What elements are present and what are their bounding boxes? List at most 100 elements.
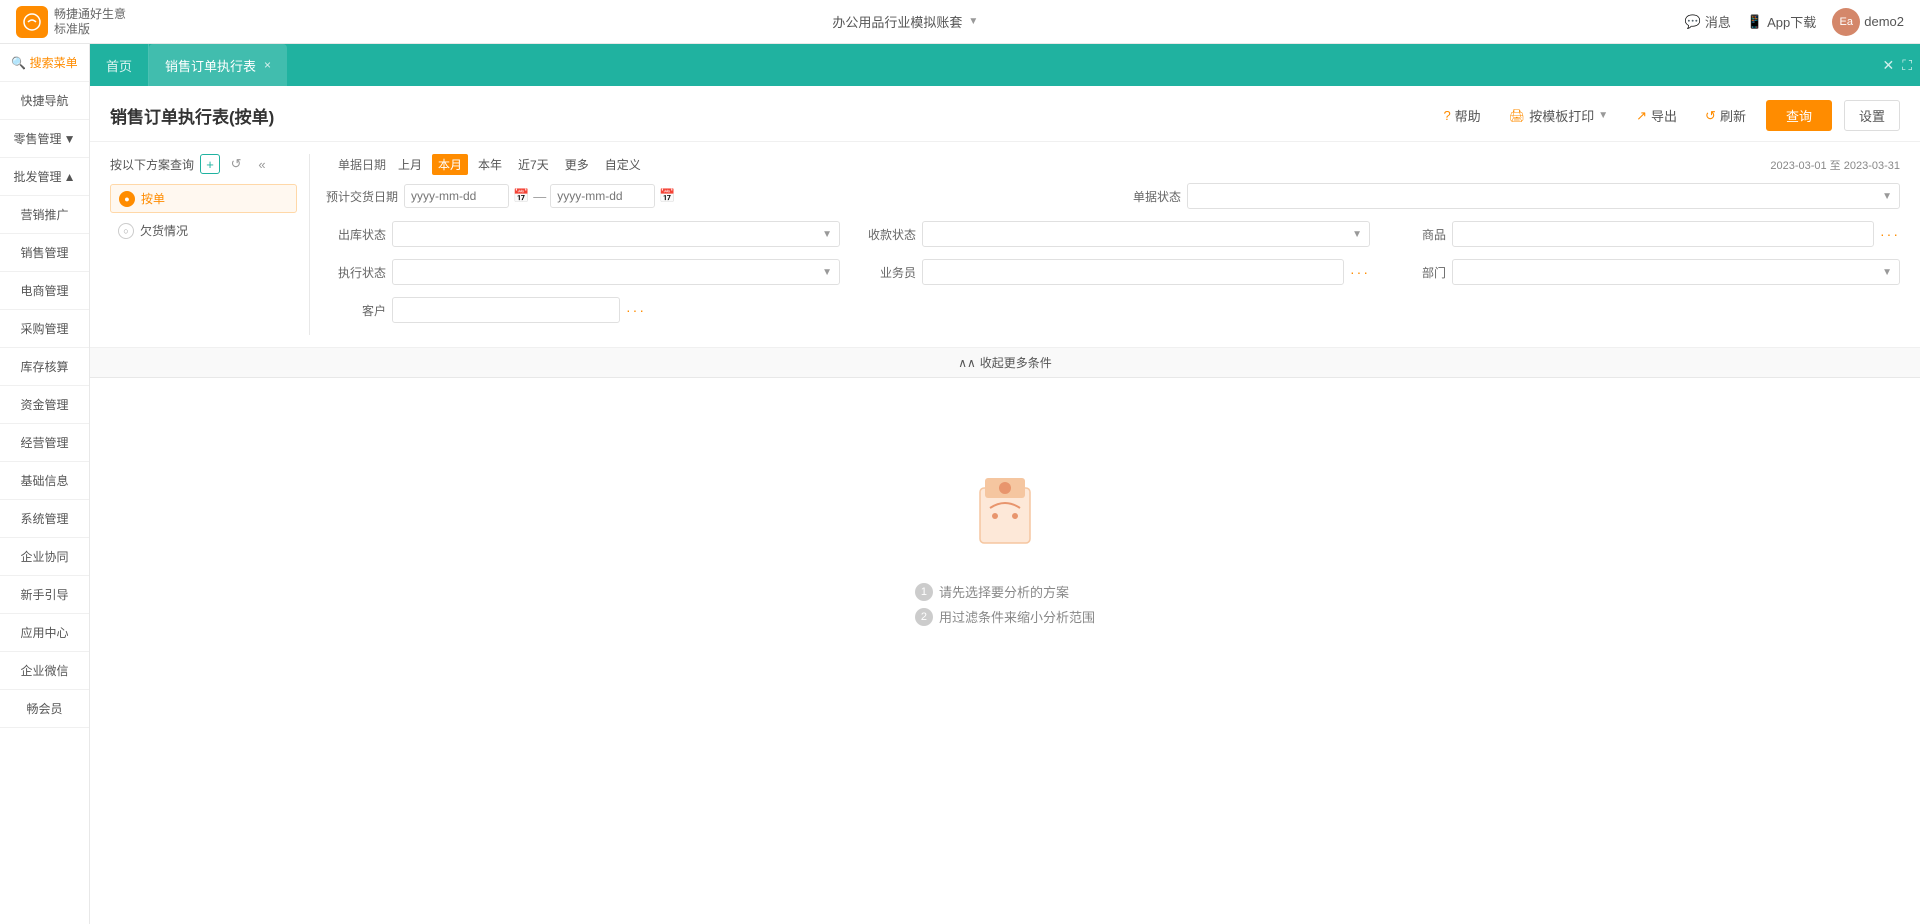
filter-plan-header: 按以下方案查询 + ↺ « <box>110 154 297 174</box>
customer-more-icon[interactable]: ··· <box>626 302 646 318</box>
sidebar: 🔍 搜索菜单 快捷导航 零售管理 ▼ 批发管理 ▲ 营销推广 销售管理 电商管理 <box>0 44 90 924</box>
deliverydate-end-icon[interactable]: 📅 <box>659 188 675 204</box>
plan-item-byorder[interactable]: ● 按单 <box>110 184 297 213</box>
filter-field-docstatus: 单据状态 ▼ <box>1121 183 1900 209</box>
dept-label: 部门 <box>1386 264 1446 281</box>
dept-select[interactable] <box>1452 259 1900 285</box>
print-button[interactable]: 🖨 按模板打印 ▼ <box>1501 102 1616 129</box>
docdate-label: 单据日期 <box>326 156 386 173</box>
filter-row-3: 执行状态 ▼ 业务员 ··· <box>326 259 1900 285</box>
content-area: 首页 销售订单执行表 × ✕ ⛶ 销售订单执行表(按单) ? 帮助 <box>90 44 1920 924</box>
filter-field-docdate: 单据日期 上月 本月 本年 近7天 更多 自定义 <box>326 154 1750 175</box>
collapse-bar[interactable]: ∧∧ 收起更多条件 <box>90 348 1920 378</box>
deliverydate-inputs: 📅 — 📅 <box>404 184 675 208</box>
page-title: 销售订单执行表(按单) <box>110 103 274 128</box>
message-nav-item[interactable]: 💬 消息 <box>1685 12 1731 31</box>
export-icon: ↗ <box>1636 108 1647 124</box>
goods-label: 商品 <box>1386 226 1446 243</box>
sidebar-item-finance[interactable]: 资金管理 <box>0 386 89 424</box>
customer-label: 客户 <box>326 302 386 319</box>
empty-hint-1: 1 请先选择要分析的方案 <box>915 582 1095 601</box>
date-btn-thisyear[interactable]: 本年 <box>472 154 508 175</box>
app-icon: 📱 <box>1747 14 1763 30</box>
page-content: 销售订单执行表(按单) ? 帮助 🖨 按模板打印 ▼ ↗ 导出 <box>90 86 1920 924</box>
page-header: 销售订单执行表(按单) ? 帮助 🖨 按模板打印 ▼ ↗ 导出 <box>90 86 1920 142</box>
query-button[interactable]: 查询 <box>1766 100 1832 131</box>
export-button[interactable]: ↗ 导出 <box>1628 102 1685 129</box>
expand-window-icon[interactable]: ⛶ <box>1902 57 1912 74</box>
date-btn-custom[interactable]: 自定义 <box>599 154 647 175</box>
sidebar-item-wechat[interactable]: 企业微信 <box>0 652 89 690</box>
execstatus-label: 执行状态 <box>326 264 386 281</box>
message-icon: 💬 <box>1685 14 1701 30</box>
sidebar-item-retail[interactable]: 零售管理 ▼ <box>0 120 89 158</box>
date-btn-last7days[interactable]: 近7天 <box>512 154 555 175</box>
execstatus-select[interactable] <box>392 259 840 285</box>
tabs-right-controls: ✕ ⛶ <box>1882 57 1920 74</box>
date-btn-thismonth[interactable]: 本月 <box>432 154 468 175</box>
sidebar-item-base[interactable]: 基础信息 <box>0 462 89 500</box>
tab-close-icon[interactable]: × <box>264 58 271 72</box>
sidebar-item-quicknav[interactable]: 快捷导航 <box>0 82 89 120</box>
filter-fields-panel: 单据日期 上月 本月 本年 近7天 更多 自定义 <box>310 154 1900 335</box>
filter-plan-panel: 按以下方案查询 + ↺ « ● 按单 ○ 欠货情况 <box>110 154 310 335</box>
plan-item-shortage[interactable]: ○ 欠货情况 <box>110 217 297 244</box>
receipt-select[interactable] <box>922 221 1370 247</box>
wholesale-expand-icon: ▲ <box>64 170 76 184</box>
salesperson-label: 业务员 <box>856 264 916 281</box>
sidebar-item-purchase[interactable]: 采购管理 <box>0 310 89 348</box>
plan-inactive-icon: ○ <box>118 223 134 239</box>
goods-input[interactable] <box>1452 221 1874 247</box>
search-icon: 🔍 <box>11 56 26 70</box>
execstatus-select-wrap: ▼ <box>392 259 840 285</box>
tab-active-sales-order[interactable]: 销售订单执行表 × <box>149 44 287 86</box>
sidebar-item-appcenter[interactable]: 应用中心 <box>0 614 89 652</box>
breadcrumb-arrow-icon[interactable]: ▼ <box>968 16 978 27</box>
sidebar-item-operations[interactable]: 经营管理 <box>0 424 89 462</box>
sidebar-item-inventory[interactable]: 库存核算 <box>0 348 89 386</box>
logo-icon <box>16 6 48 38</box>
docstatus-select[interactable] <box>1187 183 1900 209</box>
refresh-icon: ↺ <box>1705 108 1716 124</box>
goods-more-icon[interactable]: ··· <box>1880 226 1900 242</box>
help-icon: ? <box>1443 108 1450 123</box>
empty-hint-2: 2 用过滤条件来缩小分析范围 <box>915 607 1095 626</box>
avatar: Ea <box>1832 8 1860 36</box>
deliverydate-start-input[interactable] <box>404 184 509 208</box>
sidebar-item-sales[interactable]: 销售管理 <box>0 234 89 272</box>
deliverydate-end-input[interactable] <box>550 184 655 208</box>
empty-state: 1 请先选择要分析的方案 2 用过滤条件来缩小分析范围 <box>90 378 1920 706</box>
app-download-nav-item[interactable]: 📱 App下载 <box>1747 12 1816 31</box>
sidebar-item-wholesale[interactable]: 批发管理 ▲ <box>0 158 89 196</box>
salesperson-more-icon[interactable]: ··· <box>1350 264 1370 280</box>
close-window-icon[interactable]: ✕ <box>1882 57 1894 74</box>
filter-field-deliverydate: 预计交货日期 📅 — 📅 <box>326 184 1105 208</box>
refresh-button[interactable]: ↺ 刷新 <box>1697 102 1754 129</box>
sidebar-item-newuser[interactable]: 新手引导 <box>0 576 89 614</box>
sidebar-item-marketing[interactable]: 营销推广 <box>0 196 89 234</box>
collapse-plan-icon[interactable]: « <box>252 154 272 174</box>
customer-input[interactable] <box>392 297 620 323</box>
outbound-select[interactable] <box>392 221 840 247</box>
filter-area: 按以下方案查询 + ↺ « ● 按单 ○ 欠货情况 <box>90 142 1920 348</box>
sidebar-item-ecommerce[interactable]: 电商管理 <box>0 272 89 310</box>
sidebar-item-enterprise[interactable]: 企业协同 <box>0 538 89 576</box>
collapse-up-icon: ∧∧ <box>958 356 976 370</box>
outbound-label: 出库状态 <box>326 226 386 243</box>
tab-home[interactable]: 首页 <box>90 44 149 86</box>
date-btn-lastmonth[interactable]: 上月 <box>392 154 428 175</box>
help-button[interactable]: ? 帮助 <box>1435 102 1488 129</box>
page-actions: ? 帮助 🖨 按模板打印 ▼ ↗ 导出 ↺ 刷新 <box>1435 100 1900 131</box>
filter-field-dept: 部门 ▼ <box>1386 259 1900 285</box>
add-plan-icon[interactable]: + <box>200 154 220 174</box>
salesperson-input[interactable] <box>922 259 1344 285</box>
user-profile-nav-item[interactable]: Ea demo2 <box>1832 8 1904 36</box>
receipt-select-wrap: ▼ <box>922 221 1370 247</box>
deliverydate-start-icon[interactable]: 📅 <box>513 188 529 204</box>
sidebar-search[interactable]: 🔍 搜索菜单 <box>0 44 89 82</box>
refresh-plan-icon[interactable]: ↺ <box>226 154 246 174</box>
sidebar-item-system[interactable]: 系统管理 <box>0 500 89 538</box>
settings-button[interactable]: 设置 <box>1844 100 1900 131</box>
sidebar-item-vip[interactable]: 畅会员 <box>0 690 89 728</box>
date-btn-more[interactable]: 更多 <box>559 154 595 175</box>
